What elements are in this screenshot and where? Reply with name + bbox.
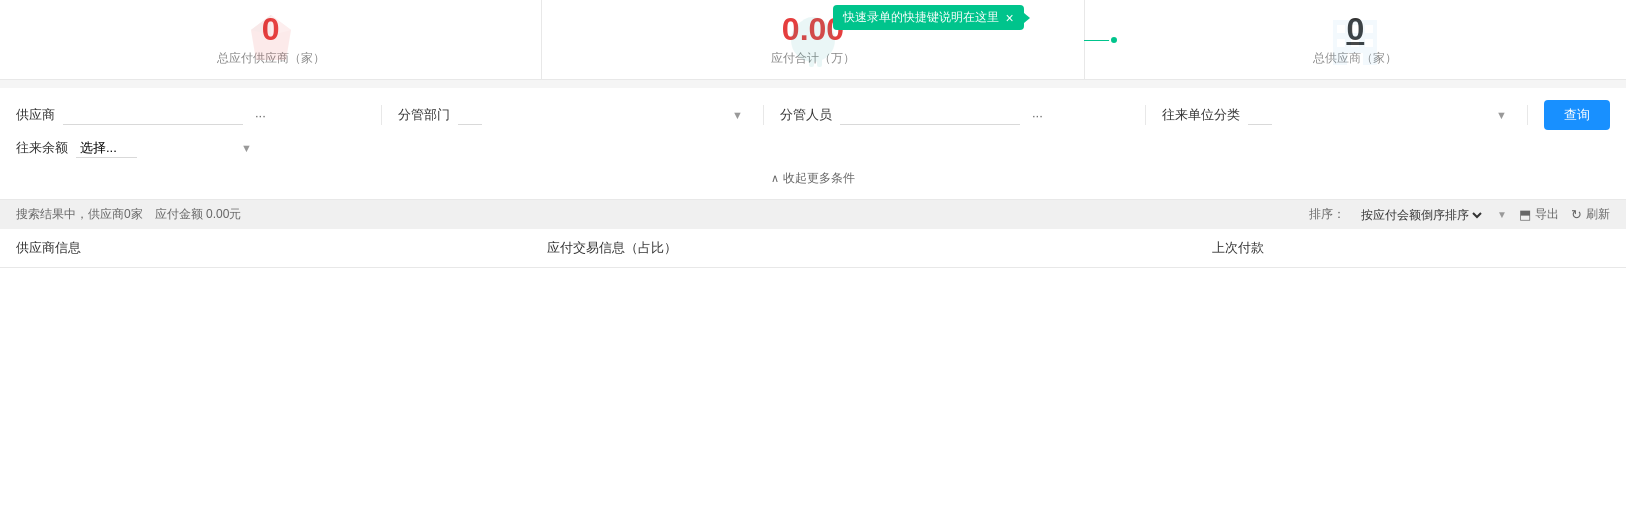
collapse-button[interactable]: ∧ 收起更多条件 xyxy=(755,166,871,191)
tooltip-dot xyxy=(1109,35,1119,45)
divider-1 xyxy=(381,105,382,125)
refresh-button[interactable]: ↻ 刷新 xyxy=(1571,206,1610,223)
balance-arrow-icon: ▼ xyxy=(241,142,252,154)
stat-total-suppliers: 0 总供应商（家） xyxy=(1085,0,1626,79)
query-button[interactable]: 查询 xyxy=(1544,100,1610,130)
filter-section: 供应商 ··· 分管部门 ▼ 分管人员 ··· 往来单位分类 xyxy=(0,88,1626,200)
balance-label: 往来余额 xyxy=(16,139,68,157)
filter-balance: 往来余额 选择... ▼ xyxy=(16,138,336,158)
sort-label: 排序： xyxy=(1309,206,1345,223)
refresh-label: 刷新 xyxy=(1586,206,1610,223)
stat-payable-suppliers: 0 总应付供应商（家） xyxy=(0,0,542,79)
collapse-label: 收起更多条件 xyxy=(783,170,855,187)
amount-text: 应付金额 0.00元 xyxy=(155,206,242,223)
table-body xyxy=(0,268,1626,515)
svg-point-5 xyxy=(820,28,830,38)
svg-rect-11 xyxy=(1365,25,1373,33)
col-supplier-header: 供应商信息 xyxy=(16,239,547,257)
divider-3 xyxy=(1145,105,1146,125)
divider-4 xyxy=(1527,105,1528,125)
filter-unit-class: 往来单位分类 ▼ xyxy=(1162,105,1511,125)
filter-row-2: 往来余额 选择... ▼ xyxy=(16,138,1610,158)
svg-rect-7 xyxy=(817,57,822,67)
col-payment-header: 上次付款 xyxy=(1212,239,1611,257)
person-label: 分管人员 xyxy=(780,106,832,124)
supplier-input[interactable] xyxy=(63,105,243,125)
unit-class-select[interactable] xyxy=(1248,105,1272,125)
person-input[interactable] xyxy=(840,105,1020,125)
chevron-up-icon: ∧ xyxy=(771,172,779,185)
svg-rect-10 xyxy=(1351,25,1359,33)
unit-class-select-wrapper: ▼ xyxy=(1248,105,1511,125)
svg-rect-14 xyxy=(1365,39,1373,47)
supplier-more-btn[interactable]: ··· xyxy=(251,108,270,123)
department-label: 分管部门 xyxy=(398,106,450,124)
svg-rect-13 xyxy=(1351,39,1359,47)
export-icon: ⬒ xyxy=(1519,207,1531,222)
gem-icon xyxy=(241,10,301,70)
stats-bar: 0 总应付供应商（家） 0.00 应付合计（万） 快速录单的快捷键说明在这里 × xyxy=(0,0,1626,80)
export-button[interactable]: ⬒ 导出 xyxy=(1519,206,1559,223)
table-header: 供应商信息 应付交易信息（占比） 上次付款 xyxy=(0,229,1626,268)
tooltip-text: 快速录单的快捷键说明在这里 xyxy=(843,9,999,26)
result-bar: 搜索结果中，供应商0家 应付金额 0.00元 排序： 按应付会额倒序排序 ▼ ⬒… xyxy=(0,200,1626,229)
sort-arrow-icon: ▼ xyxy=(1497,209,1507,220)
svg-rect-12 xyxy=(1337,39,1345,47)
svg-rect-9 xyxy=(1337,25,1345,33)
filter-person: 分管人员 ··· xyxy=(780,105,1129,125)
department-select-wrapper: ▼ xyxy=(458,105,747,125)
supplier-count-text: 搜索结果中，供应商0家 xyxy=(16,206,143,223)
sort-select[interactable]: 按应付会额倒序排序 xyxy=(1357,207,1485,223)
unit-class-arrow-icon: ▼ xyxy=(1496,109,1507,121)
refresh-icon: ↻ xyxy=(1571,207,1582,222)
balance-select[interactable]: 选择... xyxy=(76,138,137,158)
filter-row-1: 供应商 ··· 分管部门 ▼ 分管人员 ··· 往来单位分类 xyxy=(16,100,1610,130)
export-label: 导出 xyxy=(1535,206,1559,223)
result-left: 搜索结果中，供应商0家 应付金额 0.00元 xyxy=(16,206,241,223)
filter-supplier: 供应商 ··· xyxy=(16,105,365,125)
department-select[interactable] xyxy=(458,105,482,125)
tooltip-close-button[interactable]: × xyxy=(1005,11,1013,25)
unit-class-label: 往来单位分类 xyxy=(1162,106,1240,124)
svg-rect-15 xyxy=(1347,53,1363,65)
department-arrow-icon: ▼ xyxy=(732,109,743,121)
divider-2 xyxy=(763,105,764,125)
svg-rect-6 xyxy=(809,57,814,67)
tooltip-bubble: 快速录单的快捷键说明在这里 × xyxy=(833,5,1023,30)
filter-department: 分管部门 ▼ xyxy=(398,105,747,125)
result-right: 排序： 按应付会额倒序排序 ▼ ⬒ 导出 ↻ 刷新 xyxy=(1309,206,1610,223)
balance-select-wrapper: 选择... ▼ xyxy=(76,138,256,158)
person-more-btn[interactable]: ··· xyxy=(1028,108,1047,123)
col-transaction-header: 应付交易信息（占比） xyxy=(547,239,1211,257)
supplier-label: 供应商 xyxy=(16,106,55,124)
building-icon xyxy=(1323,5,1387,69)
stat-payable-total: 0.00 应付合计（万） 快速录单的快捷键说明在这里 × xyxy=(542,0,1084,79)
